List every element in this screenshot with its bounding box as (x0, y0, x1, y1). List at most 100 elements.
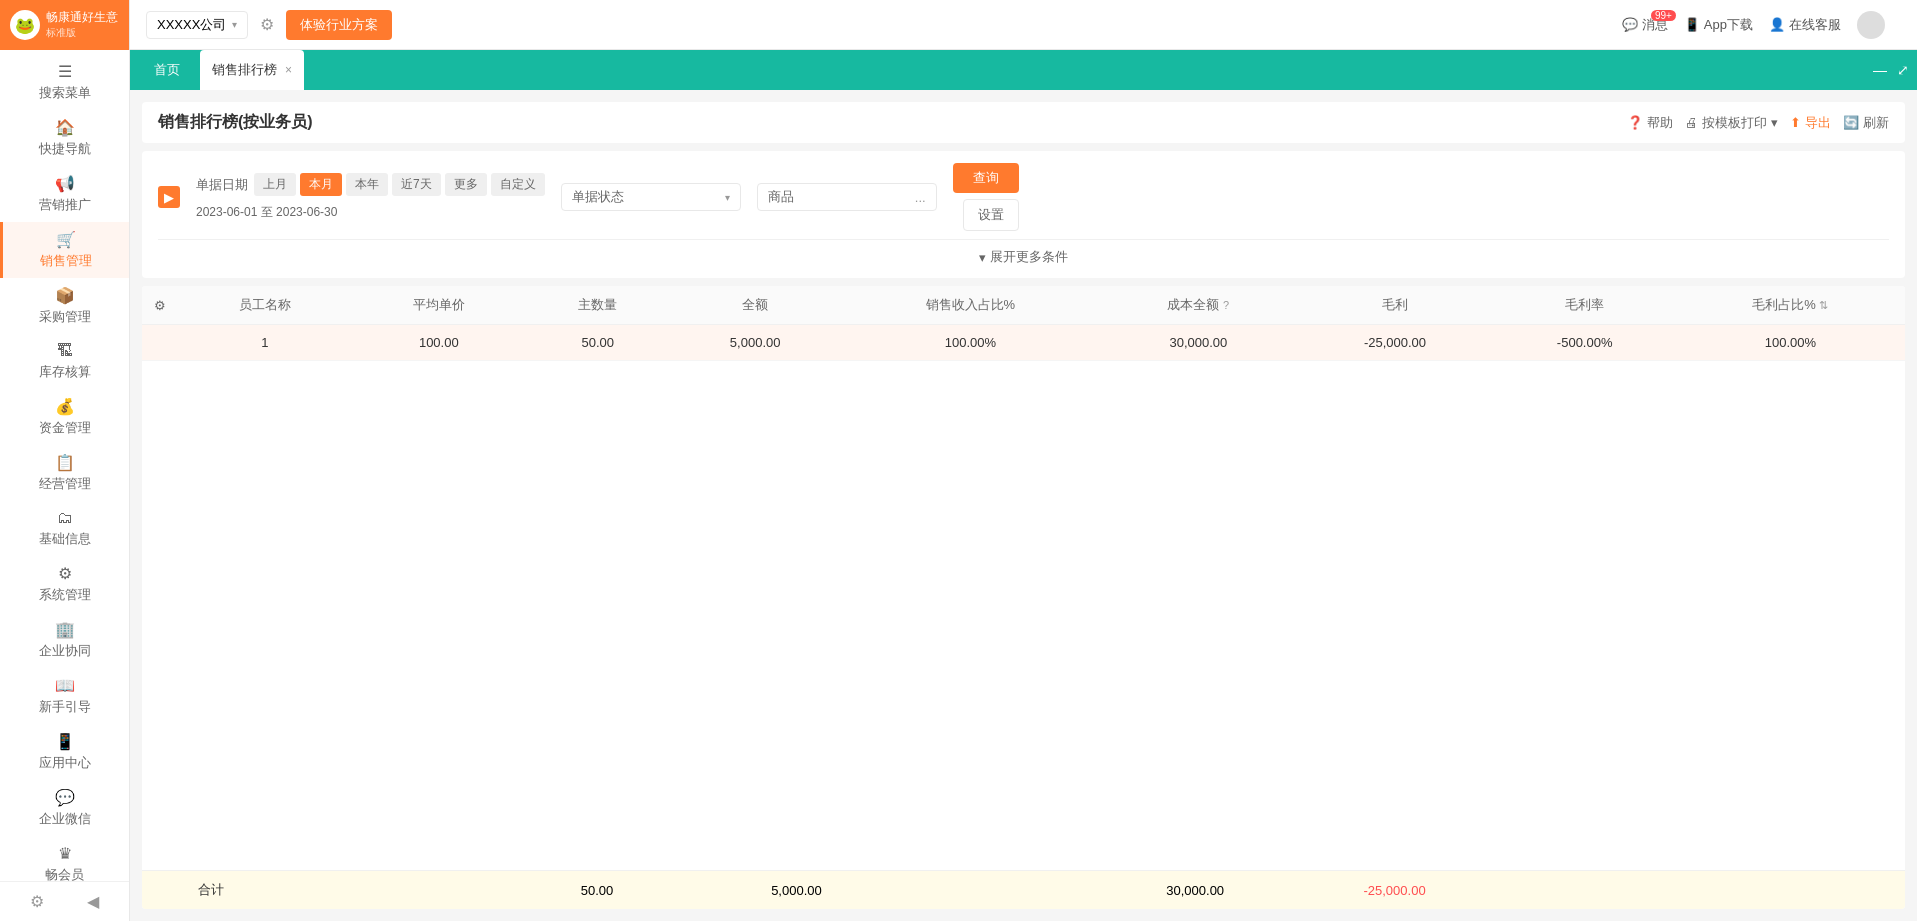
sidebar-label-guide: 新手引导 (39, 698, 91, 716)
status-filter-arrow: ▾ (725, 192, 730, 203)
settings-button[interactable]: 设置 (963, 199, 1019, 231)
gross-pct-sort-icon[interactable]: ⇅ (1819, 299, 1828, 311)
sidebar-item-inventory[interactable]: 🏗库存核算 (0, 334, 129, 389)
help-button[interactable]: ❓ 帮助 (1627, 114, 1673, 132)
sidebar-label-search-order: 搜索菜单 (39, 84, 91, 102)
company-name: XXXXX公司 (157, 16, 226, 34)
sidebar-label-app-center: 应用中心 (39, 754, 91, 772)
cell-rank-0: 1 (178, 325, 352, 361)
sidebar-item-operation[interactable]: 📋 经营管理 (0, 445, 129, 501)
sidebar-item-marketing[interactable]: 📢营销推广 (0, 166, 129, 222)
refresh-button[interactable]: 🔄 刷新 (1843, 114, 1889, 132)
main-content: XXXXX公司 ▾ ⚙ 体验行业方案 💬 消息 99+ 📱 App下载 👤 在线… (130, 0, 1917, 921)
date-btn-7days[interactable]: 近7天 (392, 173, 441, 196)
date-filter-buttons: 上月 本月 本年 近7天 更多 自定义 (254, 173, 545, 196)
sidebar-item-member[interactable]: ♛畅会员 (0, 836, 129, 881)
th-qty: 主数量 (526, 286, 670, 325)
sidebar-icon-operation: 📋 (55, 453, 75, 472)
tab-label: 销售排行榜 (212, 61, 277, 79)
tab-right-actions: — ⤢ (1873, 62, 1909, 78)
app-label: App下载 (1704, 16, 1753, 34)
sidebar-icon-basic-info: 🗂 (57, 509, 73, 527)
filter-toggle-icon[interactable]: ▶ (158, 186, 180, 208)
th-avg-price: 平均单价 (352, 286, 526, 325)
sidebar-item-purchase[interactable]: 📦 采购管理 (0, 278, 129, 334)
th-sales-pct: 销售收入占比% (841, 286, 1101, 325)
goods-more-dots[interactable]: ... (915, 190, 926, 205)
sidebar-item-wechat[interactable]: 💬企业微信 (0, 780, 129, 836)
sidebar-label-quick-nav: 快捷导航 (39, 140, 91, 158)
help-icon: ❓ (1627, 115, 1643, 130)
sidebar-item-finance[interactable]: 💰资金管理 (0, 389, 129, 445)
table-body: 1 100.00 50.00 5,000.00 100.00% 30,000.0… (142, 325, 1905, 361)
date-btn-current-month[interactable]: 本月 (300, 173, 342, 196)
tab-minimize-icon[interactable]: — (1873, 62, 1887, 78)
sidebar-item-guide[interactable]: 📖 新手引导 (0, 668, 129, 724)
goods-filter[interactable]: 商品 ... (757, 183, 937, 211)
expand-conditions-button[interactable]: ▾ 展开更多条件 (158, 239, 1889, 266)
sidebar-item-search-order[interactable]: ☰搜索菜单 (0, 54, 129, 110)
date-btn-more[interactable]: 更多 (445, 173, 487, 196)
service-icon: 👤 (1769, 17, 1785, 32)
date-btn-prev-month[interactable]: 上月 (254, 173, 296, 196)
app-icon: 📱 (1684, 17, 1700, 32)
sidebar-icon-purchase: 📦 (55, 286, 75, 305)
tab-sales-ranking[interactable]: 销售排行榜 × (200, 50, 304, 90)
cost-help-icon[interactable]: ? (1223, 299, 1229, 311)
company-chevron-icon: ▾ (232, 19, 237, 30)
export-button[interactable]: ⬆ 导出 (1790, 114, 1831, 132)
message-button[interactable]: 💬 消息 99+ (1622, 16, 1668, 34)
sidebar-item-sales[interactable]: 🛒销售管理 (0, 222, 129, 278)
sidebar-item-system[interactable]: ⚙系统管理 (0, 556, 129, 612)
cell-sales-pct-0: 100.00% (841, 325, 1101, 361)
sidebar-item-enterprise[interactable]: 🏢企业协同 (0, 612, 129, 668)
tab-maximize-icon[interactable]: ⤢ (1897, 62, 1909, 78)
print-button[interactable]: 🖨 按模板打印 ▾ (1685, 114, 1778, 132)
tab-home[interactable]: 首页 (138, 50, 196, 90)
cell-amount-0: 5,000.00 (670, 325, 841, 361)
sidebar-item-basic-info[interactable]: 🗂基础信息 (0, 501, 129, 556)
date-btn-custom[interactable]: 自定义 (491, 173, 545, 196)
th-amount: 全额 (670, 286, 841, 325)
sidebar-settings-icon[interactable]: ⚙ (30, 892, 44, 911)
company-selector[interactable]: XXXXX公司 ▾ (146, 11, 248, 39)
sidebar-collapse-icon[interactable]: ◀ (87, 892, 99, 911)
footer-qty: 50.00 (497, 883, 696, 898)
tab-bar: 首页 销售排行榜 × — ⤢ (130, 50, 1917, 90)
sidebar-icon-wechat: 💬 (55, 788, 75, 807)
date-range-display: 2023-06-01 至 2023-06-30 (196, 204, 545, 221)
sidebar-item-app-center[interactable]: 📱应用中心 (0, 724, 129, 780)
th-cost: 成本全额 ? (1100, 286, 1296, 325)
search-button[interactable]: 查询 (953, 163, 1019, 193)
user-avatar[interactable] (1857, 11, 1885, 39)
table-area: ⚙ 员工名称 平均单价 主数量 全额 销售收入占比% 成本全额 ? 毛利 毛利率… (142, 286, 1905, 909)
sidebar-icon-inventory: 🏗 (57, 342, 73, 360)
sidebar-nav: ☰搜索菜单🏠快捷导航📢营销推广🛒销售管理 📦 采购管理 🏗库存核算💰资金管理 📋 经营管理… (0, 50, 129, 881)
header-settings-icon[interactable]: ⚙ (260, 15, 274, 34)
date-btn-current-year[interactable]: 本年 (346, 173, 388, 196)
sidebar-icon-finance: 💰 (55, 397, 75, 416)
th-gross-rate: 毛利率 (1494, 286, 1676, 325)
sidebar-icon-guide: 📖 (55, 676, 75, 695)
trial-button[interactable]: 体验行业方案 (286, 10, 392, 40)
app-download-button[interactable]: 📱 App下载 (1684, 16, 1753, 34)
message-icon: 💬 (1622, 17, 1638, 32)
date-filter-label: 单据日期 (196, 176, 248, 194)
filter-actions: 查询 设置 (953, 163, 1019, 231)
sidebar-item-quick-nav[interactable]: 🏠快捷导航 (0, 110, 129, 166)
message-badge: 99+ (1651, 10, 1676, 21)
tab-close-icon[interactable]: × (285, 63, 292, 77)
th-settings[interactable]: ⚙ (142, 286, 178, 325)
sidebar: 🐸 畅康通好生意 标准版 ☰搜索菜单🏠快捷导航📢营销推广🛒销售管理 📦 采购管理 🏗库… (0, 0, 130, 921)
logo-badge: 标准版 (46, 26, 118, 40)
data-table: ⚙ 员工名称 平均单价 主数量 全额 销售收入占比% 成本全额 ? 毛利 毛利率… (142, 286, 1905, 361)
online-service-button[interactable]: 👤 在线客服 (1769, 16, 1841, 34)
sidebar-logo: 🐸 畅康通好生意 标准版 (0, 0, 129, 50)
sidebar-label-marketing: 营销推广 (39, 196, 91, 214)
cell-gross-rate-0: -500.00% (1494, 325, 1676, 361)
sidebar-icon-sales: 🛒 (56, 230, 76, 249)
sidebar-label-purchase: 采购管理 (39, 308, 91, 326)
status-filter[interactable]: 单据状态 ▾ (561, 183, 741, 211)
sidebar-label-operation: 经营管理 (39, 475, 91, 493)
cell-settings-0 (142, 325, 178, 361)
